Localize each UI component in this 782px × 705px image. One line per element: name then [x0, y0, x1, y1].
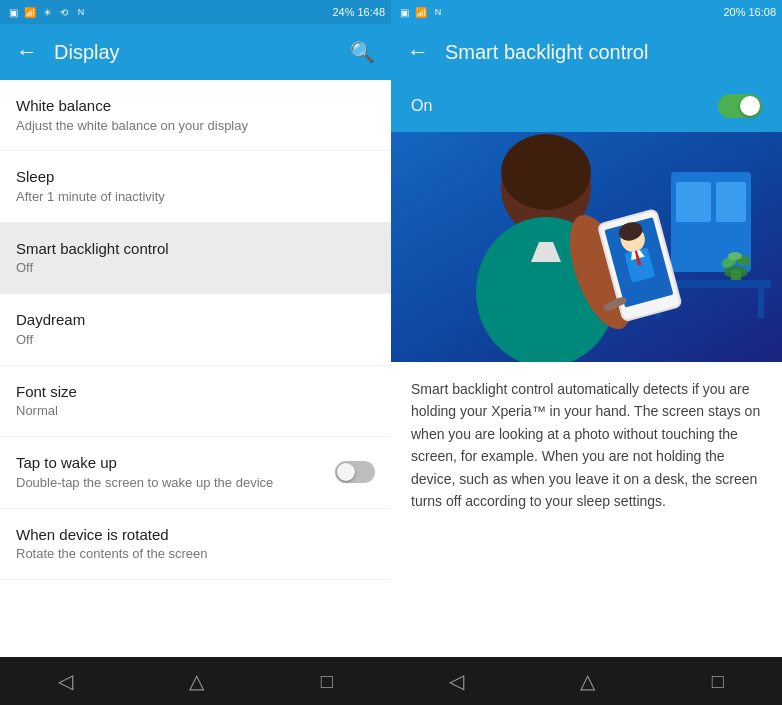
setting-title-rotate: When device is rotated — [16, 525, 375, 545]
right-time: 16:08 — [748, 6, 776, 18]
setting-subtitle-rotate: Rotate the contents of the screen — [16, 546, 375, 563]
setting-title-daydream: Daydream — [16, 310, 375, 330]
setting-title-font-size: Font size — [16, 382, 375, 402]
nfc-icon: N — [74, 5, 88, 19]
wifi-icon: 📶 — [23, 5, 37, 19]
setting-title-tap-to-wake: Tap to wake up — [16, 453, 375, 473]
right-sim-icon: ▣ — [397, 5, 411, 19]
left-toolbar-title: Display — [54, 41, 334, 64]
right-panel: ▣ 📶 N 20% 16:08 ← Smart backlight contro… — [391, 0, 782, 705]
left-nav-home[interactable]: △ — [169, 661, 224, 701]
left-back-button[interactable]: ← — [16, 39, 38, 65]
settings-list: White balance Adjust the white balance o… — [0, 80, 391, 657]
left-status-right: 24% 16:48 — [332, 6, 385, 18]
left-nav-recent[interactable]: □ — [301, 662, 353, 701]
left-nav-back[interactable]: ◁ — [38, 661, 93, 701]
left-time: 16:48 — [357, 6, 385, 18]
sim-icon: ▣ — [6, 5, 20, 19]
setting-item-tap-to-wake[interactable]: Tap to wake up Double-tap the screen to … — [0, 437, 391, 509]
smart-backlight-toggle[interactable] — [718, 94, 762, 118]
right-status-bar: ▣ 📶 N 20% 16:08 — [391, 0, 782, 24]
setting-item-font-size[interactable]: Font size Normal — [0, 366, 391, 437]
right-bottom-nav: ◁ △ □ — [391, 657, 782, 705]
setting-subtitle-white-balance: Adjust the white balance on your display — [16, 118, 375, 135]
toggle-on-label: On — [411, 97, 432, 115]
left-bottom-nav: ◁ △ □ — [0, 657, 391, 705]
toggle-thumb — [337, 463, 355, 481]
setting-subtitle-font-size: Normal — [16, 403, 375, 420]
right-wifi-icon: 📶 — [414, 5, 428, 19]
smart-backlight-toggle-thumb — [740, 96, 760, 116]
left-toolbar: ← Display 🔍 — [0, 24, 391, 80]
tap-to-wake-toggle-container — [335, 461, 375, 483]
setting-item-sleep[interactable]: Sleep After 1 minute of inactivity — [0, 151, 391, 222]
setting-item-smart-backlight[interactable]: Smart backlight control Off — [0, 223, 391, 294]
svg-rect-11 — [758, 288, 764, 318]
left-status-bar: ▣ 📶 ☀ ⟲ N 24% 16:48 — [0, 0, 391, 24]
right-battery-text: 20% — [723, 6, 745, 18]
right-nfc-icon: N — [431, 5, 445, 19]
setting-subtitle-tap-to-wake: Double-tap the screen to wake up the dev… — [16, 475, 276, 492]
left-battery-text: 24% — [332, 6, 354, 18]
smart-backlight-toggle-row: On — [391, 80, 782, 132]
smart-backlight-illustration — [391, 132, 782, 362]
smart-backlight-description: Smart backlight control automatically de… — [391, 362, 782, 657]
setting-title-smart-backlight: Smart backlight control — [16, 239, 375, 259]
right-nav-back[interactable]: ◁ — [429, 661, 484, 701]
brightness-icon: ☀ — [40, 5, 54, 19]
setting-item-rotate[interactable]: When device is rotated Rotate the conten… — [0, 509, 391, 580]
setting-item-white-balance[interactable]: White balance Adjust the white balance o… — [0, 80, 391, 151]
left-panel: ▣ 📶 ☀ ⟲ N 24% 16:48 ← Display 🔍 White ba… — [0, 0, 391, 705]
right-toolbar-title: Smart backlight control — [445, 41, 766, 64]
svg-rect-2 — [676, 182, 711, 222]
setting-subtitle-daydream: Off — [16, 332, 375, 349]
setting-item-daydream[interactable]: Daydream Off — [0, 294, 391, 365]
setting-title-white-balance: White balance — [16, 96, 375, 116]
right-nav-home[interactable]: △ — [560, 661, 615, 701]
setting-title-sleep: Sleep — [16, 167, 375, 187]
left-status-icons: ▣ 📶 ☀ ⟲ N — [6, 5, 88, 19]
right-nav-recent[interactable]: □ — [692, 662, 744, 701]
setting-subtitle-smart-backlight: Off — [16, 260, 375, 277]
svg-point-13 — [501, 134, 591, 210]
left-search-button[interactable]: 🔍 — [350, 40, 375, 64]
setting-subtitle-sleep: After 1 minute of inactivity — [16, 189, 375, 206]
right-status-right: 20% 16:08 — [723, 6, 776, 18]
right-toolbar: ← Smart backlight control — [391, 24, 782, 80]
right-status-icons: ▣ 📶 N — [397, 5, 445, 19]
description-text: Smart backlight control automatically de… — [411, 378, 762, 512]
svg-rect-3 — [716, 182, 746, 222]
svg-point-8 — [728, 252, 742, 260]
portrait-icon: ⟲ — [57, 5, 71, 19]
right-back-button[interactable]: ← — [407, 39, 429, 65]
tap-to-wake-toggle[interactable] — [335, 461, 375, 483]
